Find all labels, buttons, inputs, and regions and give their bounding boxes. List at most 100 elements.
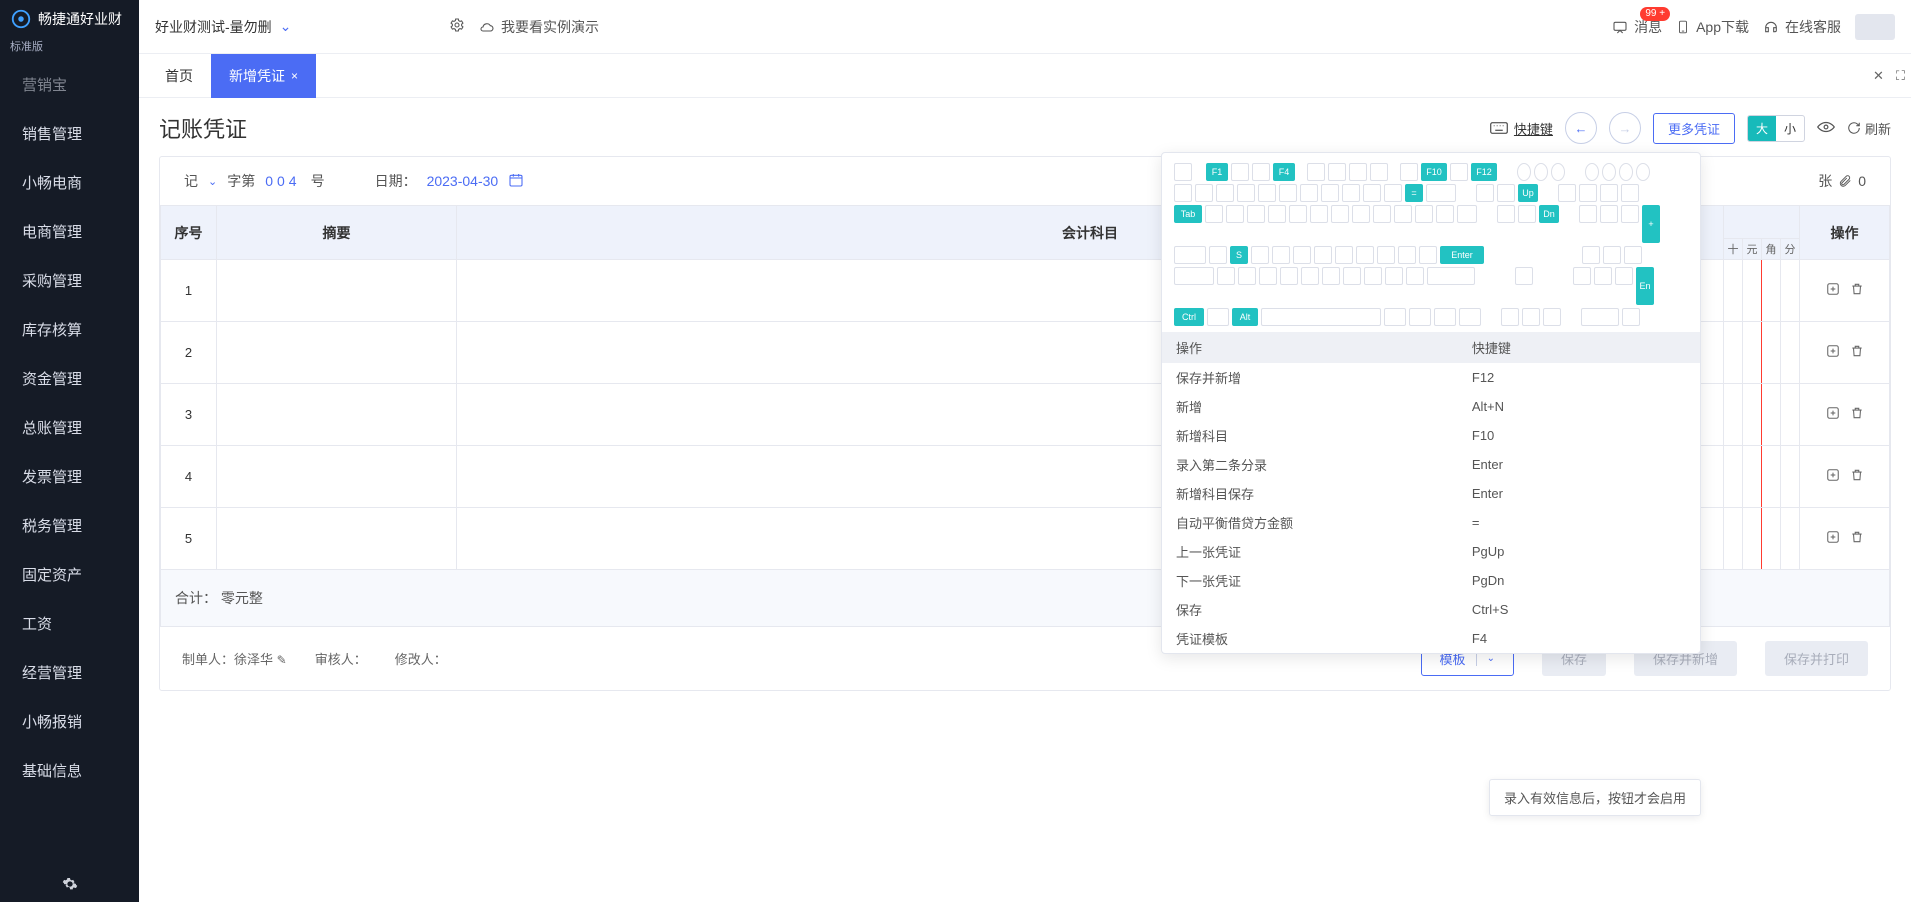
tenant-settings[interactable] bbox=[449, 17, 465, 36]
add-row-icon[interactable] bbox=[1826, 344, 1840, 361]
next-voucher-button[interactable]: → bbox=[1609, 112, 1641, 144]
summary-cell[interactable] bbox=[217, 508, 457, 570]
brand-name: 畅捷通好业财 bbox=[38, 9, 122, 29]
close-all-button[interactable]: ✕ bbox=[1873, 68, 1884, 84]
voucher-number[interactable]: 004 bbox=[265, 173, 300, 189]
tab-new-voucher[interactable]: 新增凭证 × bbox=[211, 54, 316, 98]
digit-cell[interactable] bbox=[1743, 322, 1762, 384]
key-pgup: Up bbox=[1518, 184, 1538, 202]
nav-item[interactable]: 小畅电商 bbox=[0, 158, 139, 207]
nav-item[interactable]: 基础信息 bbox=[0, 746, 139, 795]
nav-item[interactable]: 小畅报销 bbox=[0, 697, 139, 746]
message-icon bbox=[1612, 19, 1628, 35]
prev-voucher-button[interactable]: ← bbox=[1565, 112, 1597, 144]
messages-button[interactable]: 消息 99 + bbox=[1612, 17, 1662, 37]
modifier-label: 修改人： bbox=[395, 649, 447, 668]
row-ops bbox=[1800, 508, 1890, 570]
nav-item[interactable]: 电商管理 bbox=[0, 207, 139, 256]
nav-item[interactable]: 资金管理 bbox=[0, 354, 139, 403]
add-row-icon[interactable] bbox=[1826, 530, 1840, 547]
save-print-button: 保存并打印 bbox=[1765, 641, 1868, 676]
digit-cell[interactable] bbox=[1781, 384, 1800, 446]
digit-cell[interactable] bbox=[1724, 446, 1743, 508]
attachment-count[interactable]: 张 0 bbox=[1818, 171, 1866, 191]
add-row-icon[interactable] bbox=[1826, 406, 1840, 423]
delete-row-icon[interactable] bbox=[1850, 468, 1864, 485]
summary-cell[interactable] bbox=[217, 446, 457, 508]
key-s: S bbox=[1230, 246, 1248, 264]
digit-cell[interactable] bbox=[1781, 322, 1800, 384]
fullscreen-button[interactable]: ⛶ bbox=[1896, 68, 1905, 84]
shortcut-op: 新增 bbox=[1162, 392, 1458, 421]
eye-icon bbox=[1817, 120, 1835, 134]
app-download-button[interactable]: App下载 bbox=[1676, 17, 1749, 37]
digit-cell[interactable] bbox=[1762, 384, 1781, 446]
digit-cell[interactable] bbox=[1743, 446, 1762, 508]
delete-row-icon[interactable] bbox=[1850, 344, 1864, 361]
digit-cell[interactable] bbox=[1762, 446, 1781, 508]
delete-row-icon[interactable] bbox=[1850, 406, 1864, 423]
seq-cell: 4 bbox=[161, 446, 217, 508]
th-ops: 操作 bbox=[1800, 206, 1890, 260]
tenant-selector[interactable]: 好业财测试-量勿删 ⌄ bbox=[155, 17, 435, 37]
shortcut-link[interactable]: 快捷键 bbox=[1490, 119, 1553, 138]
size-big[interactable]: 大 bbox=[1748, 116, 1776, 141]
edit-icon[interactable]: ✎ bbox=[277, 653, 287, 667]
nav-item[interactable]: 营销宝 bbox=[0, 60, 139, 109]
tab-strip: 首页 新增凭证 × ✕ ⛶ bbox=[139, 54, 1911, 98]
chevron-down-icon: ⌄ bbox=[280, 18, 292, 35]
digit-cell[interactable] bbox=[1743, 384, 1762, 446]
add-row-icon[interactable] bbox=[1826, 282, 1840, 299]
digit-cell[interactable] bbox=[1724, 260, 1743, 322]
digit-cell[interactable] bbox=[1762, 260, 1781, 322]
calendar-icon[interactable] bbox=[508, 172, 524, 191]
digit-cell[interactable] bbox=[1724, 384, 1743, 446]
add-row-icon[interactable] bbox=[1826, 468, 1840, 485]
demo-link[interactable]: 我要看实例演示 bbox=[479, 17, 599, 37]
nav-item[interactable]: 采购管理 bbox=[0, 256, 139, 305]
digit-cell[interactable] bbox=[1762, 322, 1781, 384]
preview-button[interactable] bbox=[1817, 120, 1835, 137]
nav-item[interactable]: 工资 bbox=[0, 599, 139, 648]
nav-item[interactable]: 发票管理 bbox=[0, 452, 139, 501]
avatar[interactable] bbox=[1855, 14, 1895, 40]
seq-cell: 5 bbox=[161, 508, 217, 570]
nav-item[interactable]: 销售管理 bbox=[0, 109, 139, 158]
settings-button[interactable] bbox=[0, 866, 139, 902]
delete-row-icon[interactable] bbox=[1850, 282, 1864, 299]
voucher-type[interactable]: 记 bbox=[184, 171, 198, 191]
digit-cell[interactable] bbox=[1724, 508, 1743, 570]
key-en: En bbox=[1636, 267, 1654, 305]
date-label: 日期： bbox=[375, 171, 417, 191]
date-value[interactable]: 2023-04-30 bbox=[427, 173, 499, 189]
customer-service-button[interactable]: 在线客服 bbox=[1763, 17, 1841, 37]
nav-item[interactable]: 税务管理 bbox=[0, 501, 139, 550]
more-vouchers-button[interactable]: 更多凭证 bbox=[1653, 113, 1735, 144]
nav-item[interactable]: 经营管理 bbox=[0, 648, 139, 697]
refresh-button[interactable]: 刷新 bbox=[1847, 119, 1891, 138]
shortcut-row: 新增Alt+N bbox=[1162, 392, 1700, 421]
shortcut-label: 快捷键 bbox=[1514, 119, 1553, 138]
summary-cell[interactable] bbox=[217, 322, 457, 384]
summary-cell[interactable] bbox=[217, 384, 457, 446]
close-icon[interactable]: × bbox=[291, 69, 298, 83]
tab-home[interactable]: 首页 bbox=[147, 54, 211, 98]
digit-cell[interactable] bbox=[1781, 446, 1800, 508]
digit-cell[interactable] bbox=[1781, 260, 1800, 322]
shortcut-key: PgUp bbox=[1458, 537, 1700, 566]
digit-cell[interactable] bbox=[1743, 508, 1762, 570]
digit-cell[interactable] bbox=[1781, 508, 1800, 570]
digit-label: 角 bbox=[1762, 239, 1781, 260]
digit-cell[interactable] bbox=[1724, 322, 1743, 384]
summary-cell[interactable] bbox=[217, 260, 457, 322]
size-toggle[interactable]: 大 小 bbox=[1747, 115, 1805, 142]
nav-item[interactable]: 库存核算 bbox=[0, 305, 139, 354]
chevron-down-icon[interactable]: ⌄ bbox=[208, 175, 217, 188]
shortcut-key: F4 bbox=[1458, 624, 1700, 653]
digit-cell[interactable] bbox=[1762, 508, 1781, 570]
nav-item[interactable]: 固定资产 bbox=[0, 550, 139, 599]
size-small[interactable]: 小 bbox=[1776, 116, 1804, 141]
nav-item[interactable]: 总账管理 bbox=[0, 403, 139, 452]
digit-cell[interactable] bbox=[1743, 260, 1762, 322]
delete-row-icon[interactable] bbox=[1850, 530, 1864, 547]
